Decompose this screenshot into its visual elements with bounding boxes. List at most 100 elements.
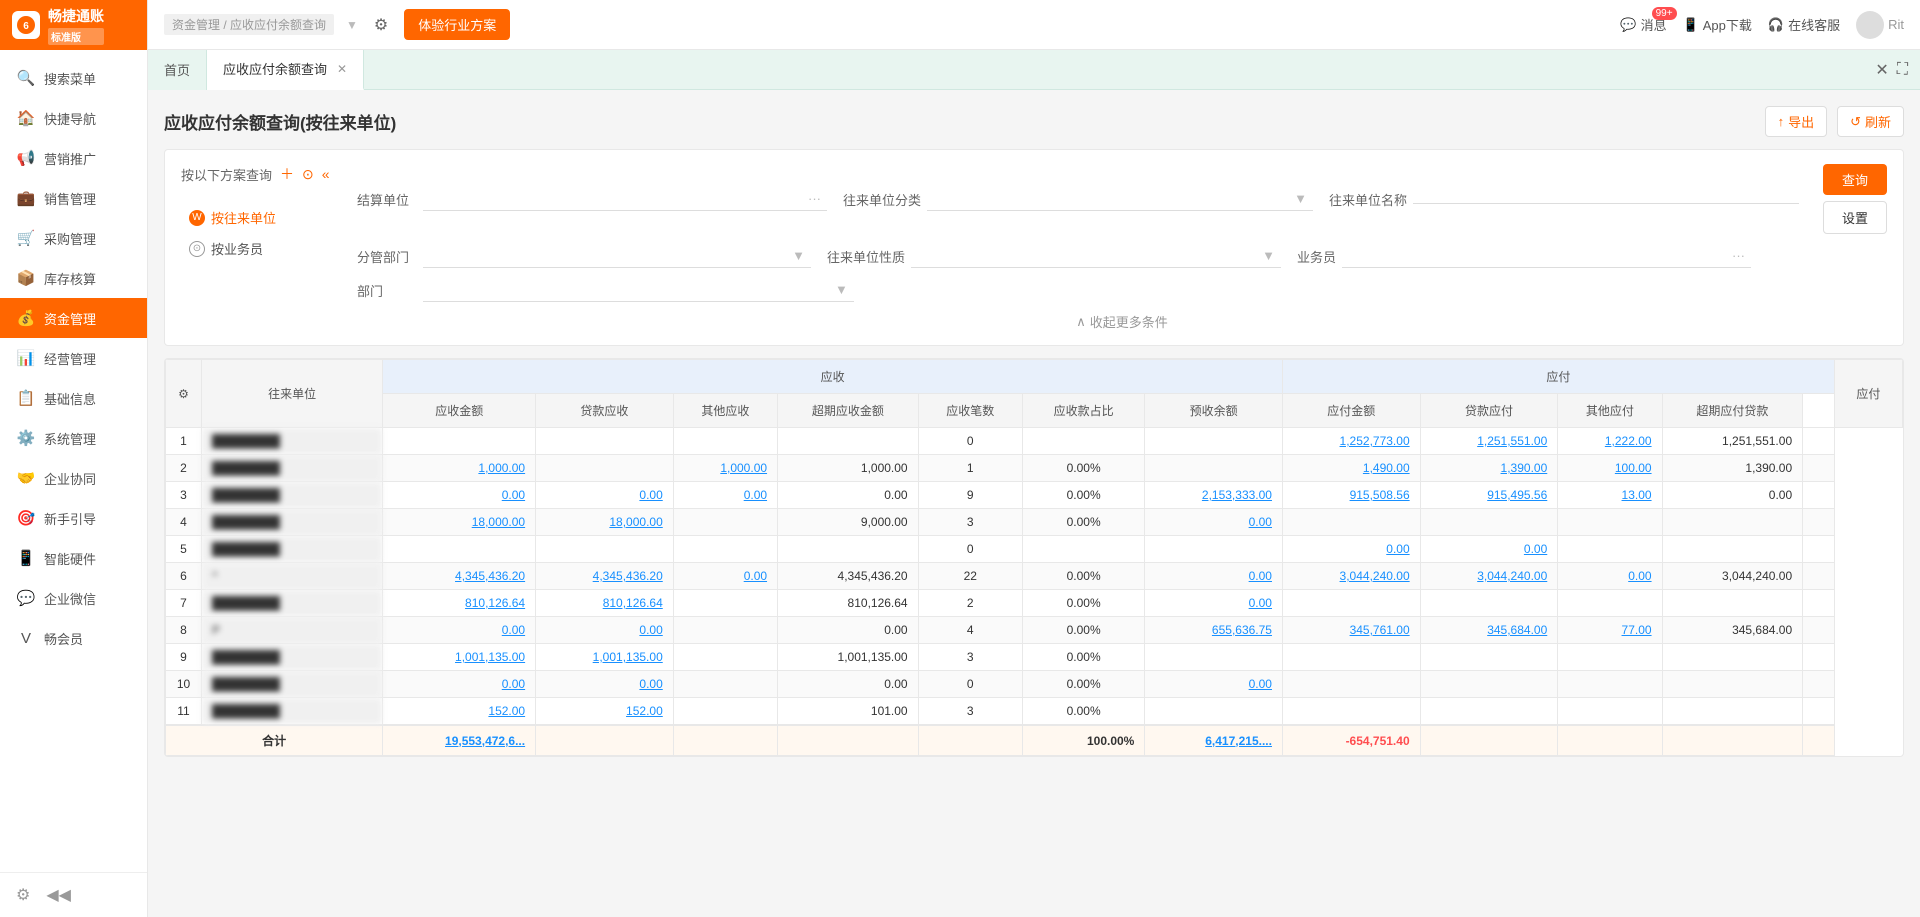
scheme-by-partner[interactable]: W 按往来单位 — [181, 204, 341, 231]
filter-row-2: 分管部门 ▼ 往来单位性质 ▼ 业务员 — [357, 244, 1887, 268]
filter-input-partner-category[interactable]: ▼ — [927, 187, 1313, 211]
collapse-filter-icon[interactable]: « — [322, 166, 330, 182]
sidebar-icon-system: ⚙️ — [16, 428, 36, 448]
refresh-label: 刷新 — [1865, 112, 1891, 131]
col-header-receivable-ratio: 应收款占比 — [1022, 394, 1144, 428]
logo-icon: 6 — [12, 11, 40, 39]
sidebar-item-sales[interactable]: 💼 销售管理 — [0, 178, 147, 218]
settings-filter-icon[interactable]: ⊙ — [302, 166, 314, 183]
sidebar-item-beginner-guide[interactable]: 🎯 新手引导 — [0, 498, 147, 538]
scheme-by-salesman[interactable]: ⊙ 按业务员 — [181, 235, 341, 262]
window-maximize-icon[interactable]: ⛶ — [1897, 61, 1908, 79]
total-advance-balance[interactable]: 6,417,215.... — [1145, 725, 1283, 756]
collapse-icon: ∧ — [1076, 314, 1086, 330]
sidebar-icon-sales: 💼 — [16, 188, 36, 208]
col-header-settings[interactable]: ⚙ — [166, 360, 202, 428]
filter-input-partner-nature[interactable]: ▼ — [911, 244, 1281, 268]
sidebar-icon-basic-info: 📋 — [16, 388, 36, 408]
tab-close-icon[interactable]: ✕ — [337, 62, 347, 76]
online-service-label: 在线客服 — [1788, 15, 1840, 34]
export-button[interactable]: ↑ 导出 — [1765, 106, 1828, 137]
filter-arrow-category: ▼ — [1294, 191, 1307, 206]
col-header-other-payable: 其他应付 — [1558, 394, 1662, 428]
topbar-gear-icon[interactable]: ⚙ — [374, 15, 388, 35]
table-row: 1████████01,252,773.001,251,551.001,222.… — [166, 428, 1903, 455]
app-download-button[interactable]: 📱 App下载 — [1683, 15, 1752, 34]
refresh-button[interactable]: ↺ 刷新 — [1837, 106, 1904, 137]
filter-item-partner-name: 往来单位名称 — [1329, 164, 1799, 234]
add-filter-icon[interactable]: ＋ — [280, 164, 294, 184]
filter-arrow-dept: ▼ — [835, 282, 848, 297]
sidebar-item-smart-device[interactable]: 📱 智能硬件 — [0, 538, 147, 578]
col-header-loan-receivable: 贷款应收 — [536, 394, 674, 428]
set-button[interactable]: 设置 — [1823, 201, 1887, 234]
filter-label-partner-name: 往来单位名称 — [1329, 190, 1407, 209]
sidebar-label-operations: 经营管理 — [44, 349, 96, 368]
tab-window-buttons: ✕ ⛶ — [1875, 60, 1920, 80]
sidebar-item-inventory[interactable]: 📦 库存核算 — [0, 258, 147, 298]
col-header-partner: 往来单位 — [202, 360, 383, 428]
col-header-receivable-amount: 应收金额 — [383, 394, 536, 428]
query-button[interactable]: 查询 — [1823, 164, 1887, 195]
sidebar-icon-purchase: 🛒 — [16, 228, 36, 248]
window-close-icon[interactable]: ✕ — [1875, 60, 1888, 80]
refresh-icon: ↺ — [1850, 114, 1861, 130]
tab-ar-ap-query[interactable]: 应收应付余额查询 ✕ — [207, 50, 364, 90]
table-row: 9████████1,001,135.001,001,135.001,001,1… — [166, 644, 1903, 671]
col-header-payable-amount: 应付金额 — [1282, 394, 1420, 428]
page-actions: ↑ 导出 ↺ 刷新 — [1765, 106, 1904, 137]
sidebar-label-enterprise-wechat: 企业微信 — [44, 589, 96, 608]
app-version: 标准版 — [48, 28, 104, 45]
sidebar-item-marketing[interactable]: 📢 营销推广 — [0, 138, 147, 178]
filter-input-dept-charge[interactable]: ▼ — [423, 244, 811, 268]
sidebar-item-quick-nav[interactable]: 🏠 快捷导航 — [0, 98, 147, 138]
partner-name-cell: ████████ — [202, 428, 383, 455]
filter-label-salesman: 业务员 — [1297, 247, 1336, 266]
sidebar-item-operations[interactable]: 📊 经营管理 — [0, 338, 147, 378]
sidebar-item-finance[interactable]: 💰 资金管理 — [0, 298, 147, 338]
page-title: 应收应付余额查询(按往来单位) — [164, 109, 396, 134]
filter-item-settlement: 结算单位 ··· — [357, 164, 827, 234]
filter-input-dept[interactable]: ▼ — [423, 278, 854, 302]
sidebar-item-search-menu[interactable]: 🔍 搜索菜单 — [0, 58, 147, 98]
filter-item-salesman: 业务员 ··· — [1297, 244, 1751, 268]
messages-button[interactable]: 💬 消息 99+ — [1620, 15, 1666, 34]
sidebar-item-system[interactable]: ⚙️ 系统管理 — [0, 418, 147, 458]
tab-home-label: 首页 — [164, 60, 190, 79]
filter-header: 按以下方案查询 ＋ ⊙ « — [181, 164, 341, 184]
col-header-receivable-group: 应收 — [383, 360, 1283, 394]
total-receivable-count — [918, 725, 1022, 756]
sidebar-label-sales: 销售管理 — [44, 189, 96, 208]
filter-input-salesman[interactable]: ··· — [1342, 244, 1751, 268]
sidebar-icon-quick-nav: 🏠 — [16, 108, 36, 128]
tabbar: 首页 应收应付余额查询 ✕ ✕ ⛶ — [148, 50, 1920, 90]
footer-settings-icon[interactable]: ⚙ — [16, 885, 30, 905]
collapse-label: 收起更多条件 — [1090, 312, 1168, 331]
sidebar-item-vip-member[interactable]: V 畅会员 — [0, 618, 147, 658]
partner-name-cell: ████████ — [202, 644, 383, 671]
total-loan-payable — [1420, 725, 1558, 756]
sidebar-icon-marketing: 📢 — [16, 148, 36, 168]
table-section: ⚙ 往来单位 应收 应付 应付 应收金额 贷款应收 其他应收 超期应收金额 应收… — [164, 358, 1904, 757]
scheme-selector: 按以下方案查询 ＋ ⊙ « W 按往来单位 ⊙ 按业务员 — [181, 164, 341, 262]
footer-collapse-icon[interactable]: ◀◀ — [46, 885, 71, 905]
sidebar-footer: ⚙ ◀◀ — [0, 872, 147, 917]
sidebar-icon-smart-device: 📱 — [16, 548, 36, 568]
sidebar-item-basic-info[interactable]: 📋 基础信息 — [0, 378, 147, 418]
sidebar-item-enterprise-wechat[interactable]: 💬 企业微信 — [0, 578, 147, 618]
industry-solution-button[interactable]: 体验行业方案 — [404, 9, 510, 40]
total-receivable-amount[interactable]: 19,553,472,6... — [383, 725, 536, 756]
sidebar-item-purchase[interactable]: 🛒 采购管理 — [0, 218, 147, 258]
scrollable-table[interactable]: ⚙ 往来单位 应收 应付 应付 应收金额 贷款应收 其他应收 超期应收金额 应收… — [165, 359, 1903, 756]
filter-fields: 结算单位 ··· 往来单位分类 ▼ 往来单位 — [357, 164, 1887, 331]
col-header-overdue-receivable: 超期应收金额 — [778, 394, 919, 428]
filter-input-partner-name[interactable] — [1413, 195, 1799, 204]
filter-input-settlement[interactable]: ··· — [423, 187, 827, 211]
user-name[interactable]: Rit — [1888, 17, 1904, 32]
table-row: 3████████0.000.000.000.0090.00%2,153,333… — [166, 482, 1903, 509]
online-service-button[interactable]: 🎧 在线客服 — [1768, 15, 1840, 34]
tab-home[interactable]: 首页 — [148, 50, 207, 90]
sidebar-item-enterprise-collab[interactable]: 🤝 企业协同 — [0, 458, 147, 498]
app-download-icon: 📱 — [1683, 17, 1699, 33]
collapse-button[interactable]: ∧ 收起更多条件 — [1076, 312, 1168, 331]
